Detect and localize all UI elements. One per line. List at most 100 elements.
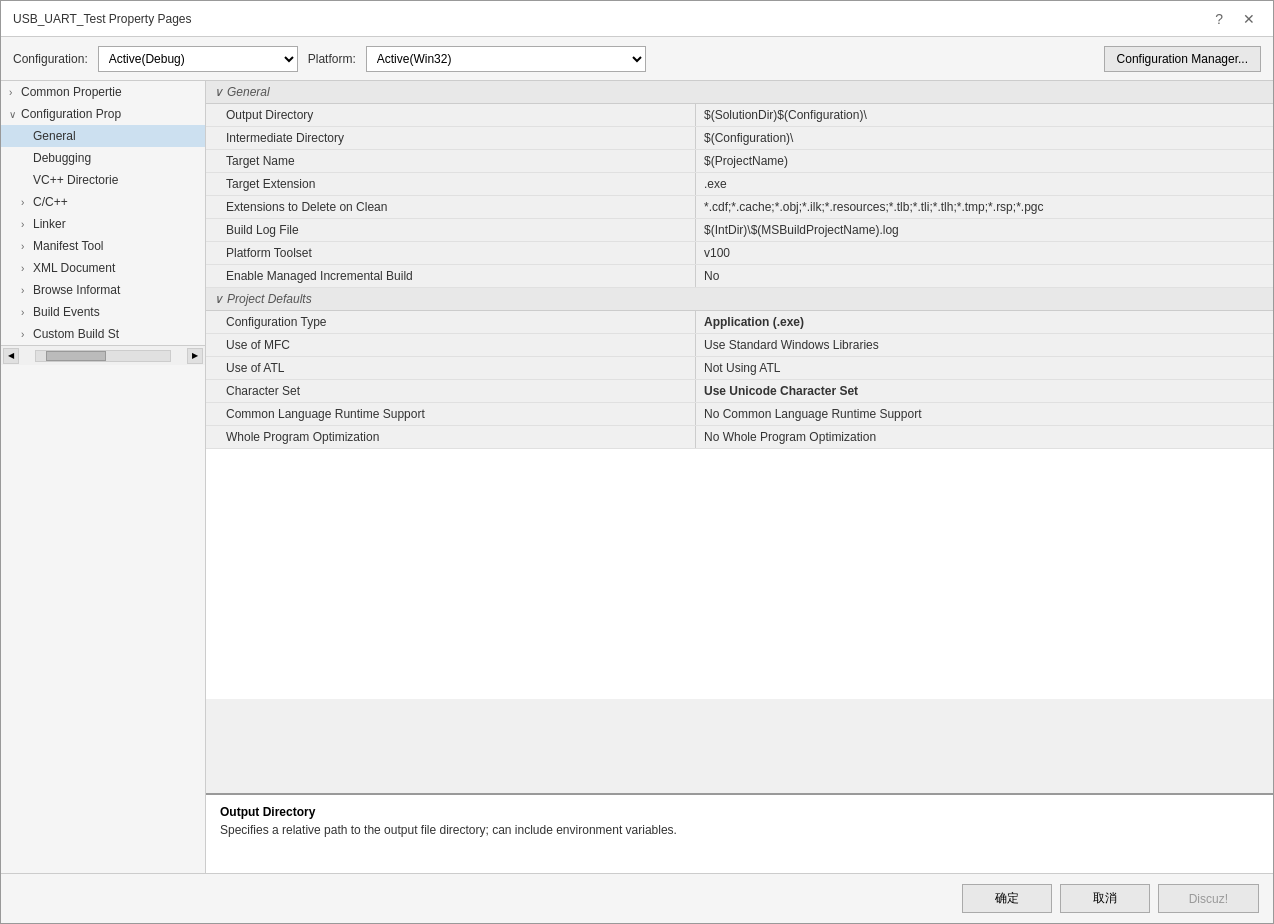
prop-row-general-4[interactable]: Extensions to Delete on Clean*.cdf;*.cac… [206, 196, 1273, 219]
prop-row-project-defaults-5[interactable]: Whole Program OptimizationNo Whole Progr… [206, 426, 1273, 449]
config-bar: Configuration: Active(Debug) Platform: A… [1, 37, 1273, 81]
main-content: › Common Propertie∨ Configuration Prop G… [1, 81, 1273, 873]
config-manager-button[interactable]: Configuration Manager... [1104, 46, 1261, 72]
sidebar-item-config-props[interactable]: ∨ Configuration Prop [1, 103, 205, 125]
prop-value-project-defaults-1: Use Standard Windows Libraries [696, 334, 1273, 356]
prop-row-general-0[interactable]: Output Directory$(SolutionDir)$(Configur… [206, 104, 1273, 127]
prop-name-general-6: Platform Toolset [206, 242, 696, 264]
sidebar-item-general[interactable]: General [1, 125, 205, 147]
prop-value-general-2: $(ProjectName) [696, 150, 1273, 172]
configuration-select[interactable]: Active(Debug) [98, 46, 298, 72]
sidebar-label-config-props: Configuration Prop [21, 107, 121, 121]
sidebar-item-debugging[interactable]: Debugging [1, 147, 205, 169]
prop-value-general-1: $(Configuration)\ [696, 127, 1273, 149]
section-header-general[interactable]: ∨ General [206, 81, 1273, 104]
sidebar-item-linker[interactable]: › Linker [1, 213, 205, 235]
window-title: USB_UART_Test Property Pages [13, 12, 192, 26]
scrollbar-track [35, 350, 171, 362]
prop-name-project-defaults-4: Common Language Runtime Support [206, 403, 696, 425]
properties-panel: ∨ GeneralOutput Directory$(SolutionDir)$… [206, 81, 1273, 873]
prop-name-general-0: Output Directory [206, 104, 696, 126]
empty-space [206, 449, 1273, 699]
sidebar-label-common-props: Common Propertie [21, 85, 122, 99]
section-collapse-icon-project-defaults: ∨ [214, 292, 223, 306]
sidebar: › Common Propertie∨ Configuration Prop G… [1, 81, 206, 873]
prop-name-general-7: Enable Managed Incremental Build [206, 265, 696, 287]
scroll-left-arrow[interactable]: ◀ [3, 348, 19, 364]
sidebar-arrow-xml-document: › [21, 263, 33, 274]
prop-value-general-3: .exe [696, 173, 1273, 195]
sidebar-arrow-browse-info: › [21, 285, 33, 296]
prop-row-general-7[interactable]: Enable Managed Incremental BuildNo [206, 265, 1273, 288]
prop-value-general-6: v100 [696, 242, 1273, 264]
sidebar-arrow-custom-build: › [21, 329, 33, 340]
prop-row-project-defaults-0[interactable]: Configuration TypeApplication (.exe) [206, 311, 1273, 334]
sidebar-label-custom-build: Custom Build St [33, 327, 119, 341]
prop-value-project-defaults-3: Use Unicode Character Set [696, 380, 1273, 402]
prop-table-container: ∨ GeneralOutput Directory$(SolutionDir)$… [206, 81, 1273, 793]
sidebar-arrow-cpp: › [21, 197, 33, 208]
prop-row-general-3[interactable]: Target Extension.exe [206, 173, 1273, 196]
sidebar-scrollbar[interactable]: ◀ ▶ [1, 345, 205, 365]
prop-name-project-defaults-0: Configuration Type [206, 311, 696, 333]
cancel-button[interactable]: 取消 [1060, 884, 1150, 913]
sidebar-label-xml-document: XML Document [33, 261, 115, 275]
ok-button[interactable]: 确定 [962, 884, 1052, 913]
prop-row-general-1[interactable]: Intermediate Directory$(Configuration)\ [206, 127, 1273, 150]
prop-value-project-defaults-4: No Common Language Runtime Support [696, 403, 1273, 425]
sidebar-label-linker: Linker [33, 217, 66, 231]
discuz-button[interactable]: Discuz! [1158, 884, 1259, 913]
prop-name-general-1: Intermediate Directory [206, 127, 696, 149]
sidebar-label-manifest-tool: Manifest Tool [33, 239, 103, 253]
sidebar-item-custom-build[interactable]: › Custom Build St [1, 323, 205, 345]
prop-row-general-6[interactable]: Platform Toolsetv100 [206, 242, 1273, 265]
section-collapse-icon-general: ∨ [214, 85, 223, 99]
sidebar-arrow-build-events: › [21, 307, 33, 318]
prop-value-general-7: No [696, 265, 1273, 287]
platform-label: Platform: [308, 52, 356, 66]
prop-value-general-5: $(IntDir)\$(MSBuildProjectName).log [696, 219, 1273, 241]
description-panel: Output Directory Specifies a relative pa… [206, 793, 1273, 873]
sidebar-label-debugging: Debugging [33, 151, 91, 165]
prop-row-project-defaults-4[interactable]: Common Language Runtime SupportNo Common… [206, 403, 1273, 426]
sidebar-arrow-linker: › [21, 219, 33, 230]
sidebar-item-xml-document[interactable]: › XML Document [1, 257, 205, 279]
prop-row-project-defaults-1[interactable]: Use of MFCUse Standard Windows Libraries [206, 334, 1273, 357]
prop-value-general-4: *.cdf;*.cache;*.obj;*.ilk;*.resources;*.… [696, 196, 1273, 218]
prop-name-project-defaults-5: Whole Program Optimization [206, 426, 696, 448]
sidebar-item-manifest-tool[interactable]: › Manifest Tool [1, 235, 205, 257]
sidebar-arrow-config-props: ∨ [9, 109, 21, 120]
sidebar-item-build-events[interactable]: › Build Events [1, 301, 205, 323]
scroll-right-arrow[interactable]: ▶ [187, 348, 203, 364]
prop-row-project-defaults-2[interactable]: Use of ATLNot Using ATL [206, 357, 1273, 380]
prop-value-project-defaults-0: Application (.exe) [696, 311, 1273, 333]
sidebar-item-browse-info[interactable]: › Browse Informat [1, 279, 205, 301]
sidebar-item-vc-dirs[interactable]: VC++ Directorie [1, 169, 205, 191]
prop-row-general-5[interactable]: Build Log File$(IntDir)\$(MSBuildProject… [206, 219, 1273, 242]
prop-name-project-defaults-1: Use of MFC [206, 334, 696, 356]
close-button[interactable]: ✕ [1237, 9, 1261, 29]
prop-row-general-2[interactable]: Target Name$(ProjectName) [206, 150, 1273, 173]
prop-value-general-0: $(SolutionDir)$(Configuration)\ [696, 104, 1273, 126]
prop-name-project-defaults-2: Use of ATL [206, 357, 696, 379]
prop-name-general-4: Extensions to Delete on Clean [206, 196, 696, 218]
title-bar-controls: ? ✕ [1209, 9, 1261, 29]
help-button[interactable]: ? [1209, 9, 1229, 29]
sidebar-label-build-events: Build Events [33, 305, 100, 319]
title-bar: USB_UART_Test Property Pages ? ✕ [1, 1, 1273, 37]
description-title: Output Directory [220, 805, 1259, 819]
prop-value-project-defaults-2: Not Using ATL [696, 357, 1273, 379]
sidebar-label-general: General [33, 129, 76, 143]
sidebar-arrow-common-props: › [9, 87, 21, 98]
footer-buttons: 确定 取消 Discuz! [1, 873, 1273, 923]
prop-row-project-defaults-3[interactable]: Character SetUse Unicode Character Set [206, 380, 1273, 403]
prop-name-general-2: Target Name [206, 150, 696, 172]
scrollbar-thumb[interactable] [46, 351, 106, 361]
section-label-general: General [227, 85, 270, 99]
prop-name-general-5: Build Log File [206, 219, 696, 241]
section-label-project-defaults: Project Defaults [227, 292, 312, 306]
sidebar-item-common-props[interactable]: › Common Propertie [1, 81, 205, 103]
sidebar-item-cpp[interactable]: › C/C++ [1, 191, 205, 213]
platform-select[interactable]: Active(Win32) [366, 46, 646, 72]
section-header-project-defaults[interactable]: ∨ Project Defaults [206, 288, 1273, 311]
